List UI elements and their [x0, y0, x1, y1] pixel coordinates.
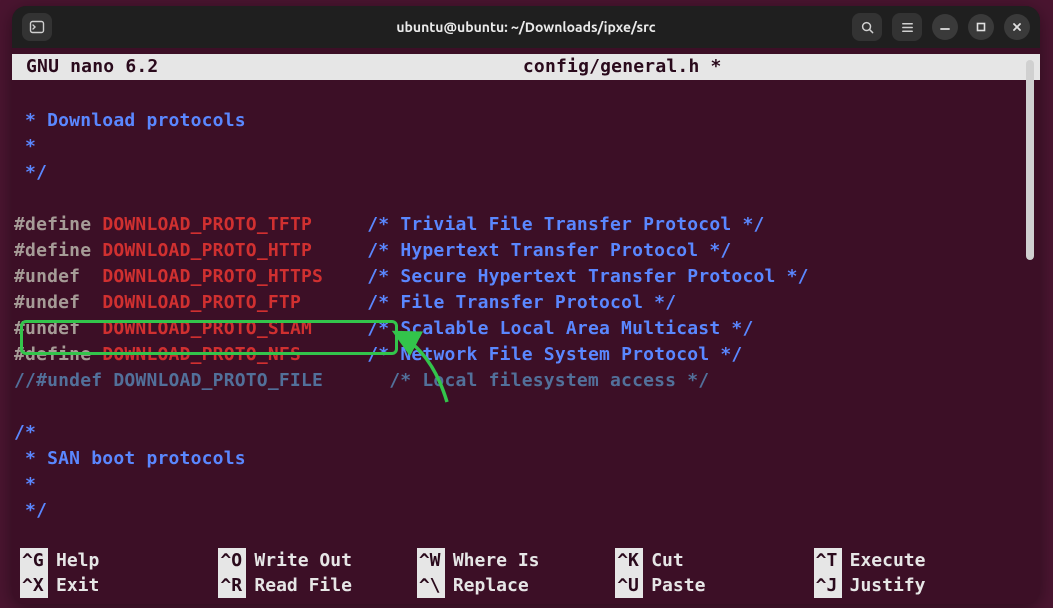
key-label: ^X [20, 573, 48, 598]
shortcut-label: Write Out [254, 548, 352, 573]
key-label: ^R [218, 573, 246, 598]
terminal-window: ubuntu@ubuntu: ~/Downloads/ipxe/src [12, 6, 1040, 604]
code-line: */ [14, 500, 47, 521]
shortcut-writeout[interactable]: ^O Write Out [218, 548, 416, 573]
shortcut-justify[interactable]: ^J Justify [814, 573, 1012, 598]
key-label: ^K [615, 548, 643, 573]
search-icon [860, 20, 875, 35]
key-label: ^U [615, 573, 643, 598]
key-label: ^O [218, 548, 246, 573]
code-line: * [14, 136, 36, 157]
preproc: #define [14, 214, 91, 235]
shortcut-label: Execute [850, 548, 926, 573]
shortcut-label: Read File [254, 573, 352, 598]
nano-footer: ^G Help ^O Write Out ^W Where Is ^K Cut ^T Ex… [20, 548, 1012, 598]
code-line: * Download protocols [14, 110, 246, 131]
comment: /* Secure Hypertext Transfer Protocol */ [367, 266, 808, 287]
maximize-icon [975, 21, 987, 33]
key-label: ^G [20, 548, 48, 573]
shortcut-readfile[interactable]: ^R Read File [218, 573, 416, 598]
preproc: #undef [14, 292, 80, 313]
shortcut-paste[interactable]: ^U Paste [615, 573, 813, 598]
comment: /* Scalable Local Area Multicast */ [367, 318, 753, 339]
minimize-button[interactable] [932, 14, 958, 40]
comment: /* File Transfer Protocol */ [367, 292, 676, 313]
code-line: * SAN boot protocols [14, 448, 246, 469]
footer-row-1: ^G Help ^O Write Out ^W Where Is ^K Cut ^T Ex… [20, 548, 1012, 573]
scrollbar-thumb[interactable] [1026, 60, 1034, 260]
shortcut-label: Justify [850, 573, 926, 598]
macro: DOWNLOAD_PROTO_SLAM [102, 318, 312, 339]
macro: DOWNLOAD_PROTO_HTTP [102, 240, 312, 261]
close-icon [1011, 21, 1023, 33]
preproc: #undef [14, 266, 80, 287]
macro: DOWNLOAD_PROTO_TFTP [102, 214, 312, 235]
shortcut-label: Cut [651, 548, 684, 573]
shortcut-label: Where Is [453, 548, 540, 573]
close-button[interactable] [1004, 14, 1030, 40]
search-button[interactable] [852, 13, 882, 41]
nano-file-name: config/general.h * [158, 54, 1026, 80]
comment: /* Network File System Protocol */ [367, 344, 742, 365]
shortcut-cut[interactable]: ^K Cut [615, 548, 813, 573]
new-tab-button[interactable] [22, 13, 52, 41]
shortcut-label: Exit [56, 573, 99, 598]
terminal-icon [29, 19, 45, 35]
key-label: ^\ [417, 573, 445, 598]
scrollbar[interactable] [1026, 60, 1036, 598]
comment: /* Hypertext Transfer Protocol */ [367, 240, 731, 261]
code-line: /* [14, 422, 36, 443]
comment: /* Trivial File Transfer Protocol */ [367, 214, 764, 235]
preproc: #undef [14, 318, 80, 339]
menu-button[interactable] [892, 13, 922, 41]
nano-app-name: GNU nano 6.2 [26, 54, 158, 80]
shortcut-help[interactable]: ^G Help [20, 548, 218, 573]
key-label: ^W [417, 548, 445, 573]
hamburger-icon [900, 20, 915, 35]
shortcut-label: Help [56, 548, 99, 573]
shortcut-exit[interactable]: ^X Exit [20, 573, 218, 598]
commented-out-line: //#undef DOWNLOAD_PROTO_FILE /* Local fi… [14, 370, 709, 391]
shortcut-whereis[interactable]: ^W Where Is [417, 548, 615, 573]
macro: DOWNLOAD_PROTO_FTP [102, 292, 301, 313]
maximize-button[interactable] [968, 14, 994, 40]
shortcut-execute[interactable]: ^T Execute [814, 548, 1012, 573]
key-label: ^J [814, 573, 842, 598]
titlebar: ubuntu@ubuntu: ~/Downloads/ipxe/src [12, 6, 1040, 48]
preproc: #define [14, 344, 91, 365]
editor-body[interactable]: * Download protocols * */ #define DOWNLO… [12, 80, 1040, 524]
code-line: * [14, 474, 36, 495]
minimize-icon [939, 21, 951, 33]
shortcut-replace[interactable]: ^\ Replace [417, 573, 615, 598]
shortcut-label: Replace [453, 573, 529, 598]
terminal-content[interactable]: GNU nano 6.2 config/general.h * * Downlo… [12, 54, 1040, 524]
code-line: */ [14, 162, 47, 183]
key-label: ^T [814, 548, 842, 573]
footer-row-2: ^X Exit ^R Read File ^\ Replace ^U Paste ^J J… [20, 573, 1012, 598]
nano-header: GNU nano 6.2 config/general.h * [12, 54, 1040, 80]
macro: DOWNLOAD_PROTO_HTTPS [102, 266, 323, 287]
macro: DOWNLOAD_PROTO_NFS [102, 344, 301, 365]
preproc: #define [14, 240, 91, 261]
shortcut-label: Paste [651, 573, 705, 598]
